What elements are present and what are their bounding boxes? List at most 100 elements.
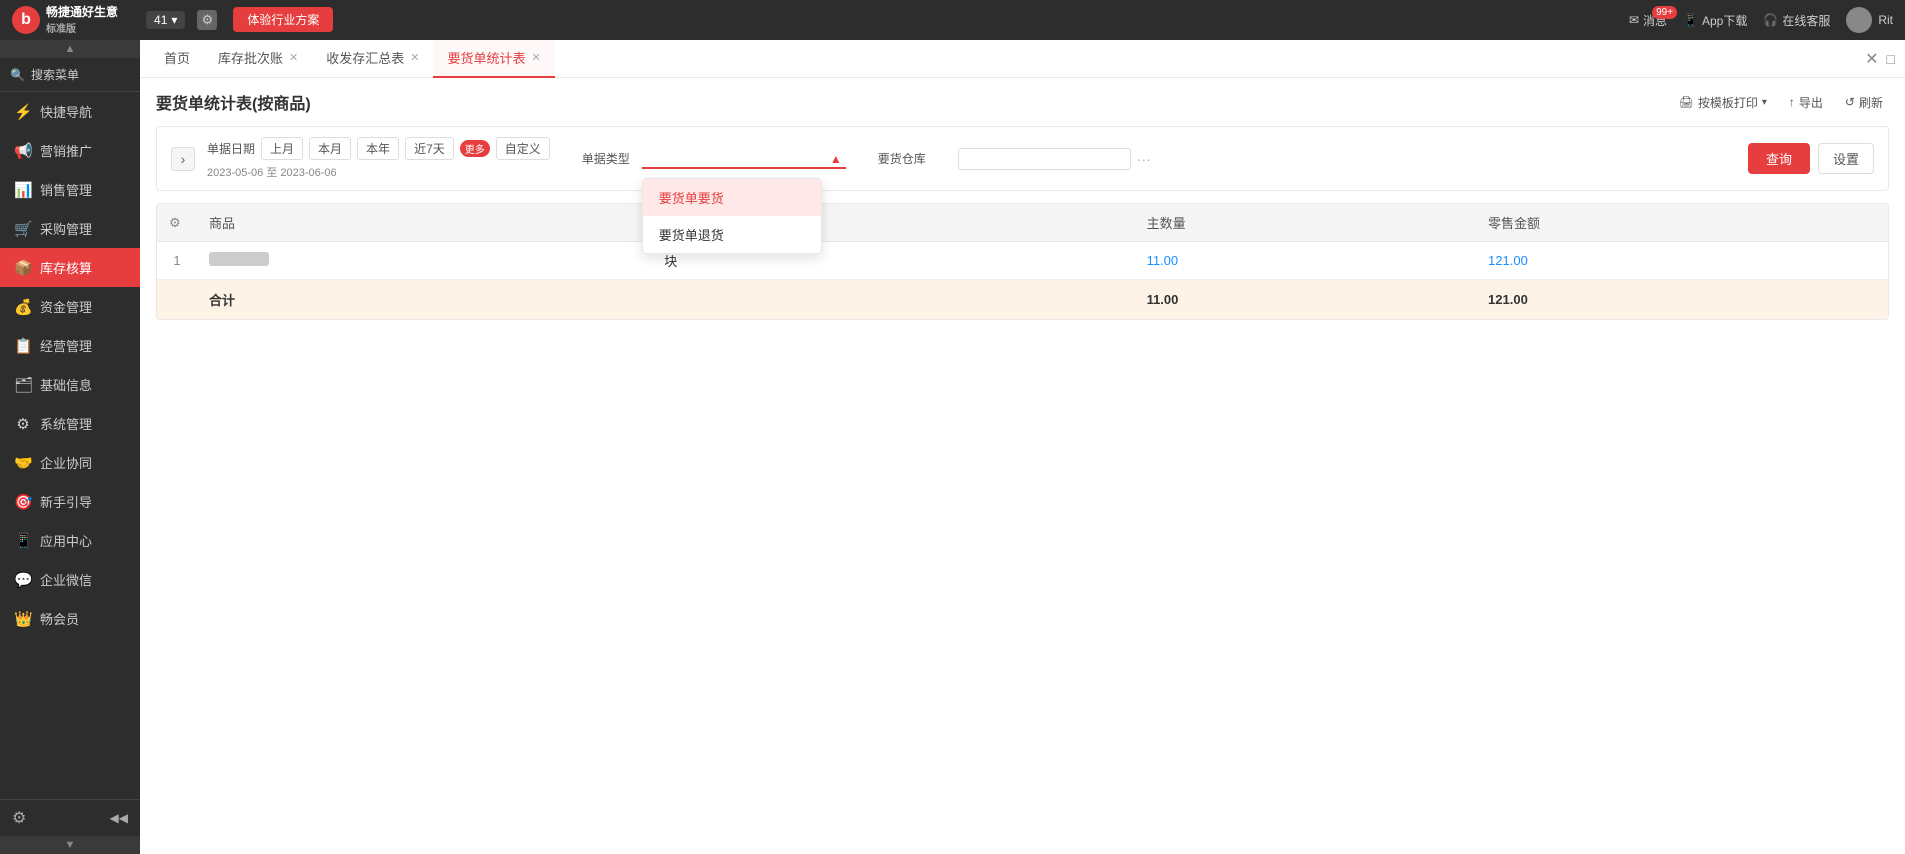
sidebar-item-quick-nav[interactable]: ⚡ 快捷导航 <box>0 92 140 131</box>
tab-collection-close[interactable]: ✕ <box>410 51 419 64</box>
sidebar-item-guide[interactable]: 🎯 新手引导 <box>0 482 140 521</box>
print-template-label: 按模板打印 <box>1698 94 1758 111</box>
dropdown-item-order[interactable]: 要货单要货 <box>643 179 821 216</box>
marketing-icon: 📢 <box>14 142 32 160</box>
online-service-item[interactable]: 🎧 在线客服 <box>1763 12 1830 29</box>
tab-batch[interactable]: 库存批次账 ✕ <box>204 40 312 78</box>
sidebar-search[interactable]: 🔍 搜索菜单 <box>0 58 140 92</box>
sidebar-item-basic[interactable]: 🗂 基础信息 <box>0 365 140 404</box>
sidebar-item-label: 销售管理 <box>40 180 92 199</box>
warehouse-field: ··· <box>958 148 1151 170</box>
date-more-badge[interactable]: 更多 <box>460 140 490 157</box>
data-table: ⚙ 商品 主计量单位 主数量 零售金额 1 <box>157 204 1888 319</box>
header-left: b 畅捷通好生意 标准版 41 ▾ ⚙ 体验行业方案 <box>12 5 333 34</box>
sidebar-item-label: 资金管理 <box>40 297 92 316</box>
sidebar-item-purchase[interactable]: 🛒 采购管理 <box>0 209 140 248</box>
sidebar-item-finance[interactable]: 💰 资金管理 <box>0 287 140 326</box>
sidebar-item-label: 新手引导 <box>40 492 92 511</box>
content-area: 首页 库存批次账 ✕ 收发存汇总表 ✕ 要货单统计表 ✕ ✕ □ <box>140 40 1905 854</box>
sidebar-scroll-up[interactable]: ▲ <box>0 40 140 58</box>
more-fields-icon[interactable]: ··· <box>1137 151 1151 167</box>
main-layout: ▲ 🔍 搜索菜单 ⚡ 快捷导航 📢 营销推广 📊 销售管理 🛒 采购管理 📦 库… <box>0 40 1905 854</box>
sidebar: ▲ 🔍 搜索菜单 ⚡ 快捷导航 📢 营销推广 📊 销售管理 🛒 采购管理 📦 库… <box>0 40 140 854</box>
sidebar-collapse-btn[interactable]: ◀◀ <box>110 811 128 825</box>
export-label: 导出 <box>1799 94 1823 111</box>
tab-maximize-icon[interactable]: □ <box>1887 51 1895 67</box>
app-download-label: App下载 <box>1702 12 1747 29</box>
sidebar-settings-btn[interactable]: ⚙ <box>12 808 26 828</box>
store-selector[interactable]: 41 ▾ <box>146 11 185 29</box>
btn-this-month[interactable]: 本月 <box>309 137 351 160</box>
quick-nav-icon: ⚡ <box>14 103 32 121</box>
tab-close-all-icon[interactable]: ✕ <box>1865 49 1878 69</box>
refresh-label: 刷新 <box>1859 94 1883 111</box>
sidebar-item-inventory[interactable]: 📦 库存核算 <box>0 248 140 287</box>
tab-batch-close[interactable]: ✕ <box>289 51 298 64</box>
apps-icon: 📱 <box>14 532 32 550</box>
row-amount[interactable]: 121.00 <box>1476 242 1888 280</box>
message-item[interactable]: ✉ 消息 99+ <box>1629 12 1667 29</box>
filter-expand-btn[interactable]: › <box>171 147 195 171</box>
export-icon: ↑ <box>1789 95 1795 109</box>
tab-requisition-close[interactable]: ✕ <box>532 51 541 64</box>
tab-home-label: 首页 <box>164 48 190 67</box>
inventory-icon: 📦 <box>14 259 32 277</box>
online-service-label: 在线客服 <box>1782 12 1830 29</box>
purchase-icon: 🛒 <box>14 220 32 238</box>
col-amount: 零售金额 <box>1476 204 1888 242</box>
footer-quantity: 11.00 <box>1135 280 1476 320</box>
brand-sub: 标准版 <box>46 20 118 35</box>
date-shortcuts: 上月 本月 本年 近7天 更多 自定义 <box>261 137 550 160</box>
basic-icon: 🗂 <box>14 376 32 394</box>
chevron-up-icon[interactable]: ▲ <box>830 152 842 166</box>
user-area[interactable]: Rit <box>1846 7 1893 33</box>
warehouse-input[interactable] <box>958 148 1131 170</box>
type-select-wrapper: ▲ 要货单要货 要货单退货 <box>642 148 846 169</box>
dropdown-item-return[interactable]: 要货单退货 <box>643 216 821 253</box>
sidebar-item-apps[interactable]: 📱 应用中心 <box>0 521 140 560</box>
sidebar-item-label: 应用中心 <box>40 531 92 550</box>
table-header-row: ⚙ 商品 主计量单位 主数量 零售金额 <box>157 204 1888 242</box>
sidebar-item-system[interactable]: ⚙ 系统管理 <box>0 404 140 443</box>
app-download-item[interactable]: 📱 App下载 <box>1683 12 1747 29</box>
query-button[interactable]: 查询 <box>1748 143 1810 174</box>
tab-bar-actions: ✕ □ <box>1865 49 1895 69</box>
date-label: 单据日期 <box>207 140 255 157</box>
date-filter-group: 单据日期 上月 本月 本年 近7天 更多 自定义 2023 <box>207 137 550 180</box>
sidebar-scroll-down[interactable]: ▼ <box>0 836 140 854</box>
tab-home[interactable]: 首页 <box>150 40 204 78</box>
tab-collection[interactable]: 收发存汇总表 ✕ <box>312 40 433 78</box>
settings-button[interactable]: 设置 <box>1818 143 1874 174</box>
tab-bar: 首页 库存批次账 ✕ 收发存汇总表 ✕ 要货单统计表 ✕ ✕ □ <box>140 40 1905 78</box>
btn-last-7-days[interactable]: 近7天 <box>405 137 454 160</box>
product-blurred <box>209 252 269 266</box>
btn-this-year[interactable]: 本年 <box>357 137 399 160</box>
row-quantity[interactable]: 11.00 <box>1135 242 1476 280</box>
sidebar-item-label: 基础信息 <box>40 375 92 394</box>
type-select-input[interactable] <box>642 148 846 169</box>
sidebar-item-vip[interactable]: 👑 畅会员 <box>0 599 140 638</box>
chevron-down-icon: ▾ <box>1762 97 1767 108</box>
btn-custom[interactable]: 自定义 <box>496 137 550 160</box>
export-btn[interactable]: ↑ 导出 <box>1783 91 1829 114</box>
sidebar-item-wechat[interactable]: 💬 企业微信 <box>0 560 140 599</box>
sidebar-bottom: ⚙ ◀◀ <box>0 799 140 836</box>
sales-icon: 📊 <box>14 181 32 199</box>
sidebar-item-operations[interactable]: 📋 经营管理 <box>0 326 140 365</box>
expand-icon: › <box>181 151 186 167</box>
print-template-btn[interactable]: 🖨 按模板打印 ▾ <box>1673 91 1773 114</box>
settings-icon[interactable]: ⚙ <box>197 10 217 30</box>
page-content: 要货单统计表(按商品) 🖨 按模板打印 ▾ ↑ 导出 ↺ <box>140 78 1905 854</box>
type-dropdown-menu: 要货单要货 要货单退货 <box>642 178 822 254</box>
trial-button[interactable]: 体验行业方案 <box>233 7 333 32</box>
sidebar-item-enterprise[interactable]: 🤝 企业协同 <box>0 443 140 482</box>
sidebar-item-marketing[interactable]: 📢 营销推广 <box>0 131 140 170</box>
logo-area: b 畅捷通好生意 标准版 <box>12 5 118 34</box>
refresh-btn[interactable]: ↺ 刷新 <box>1839 91 1889 114</box>
filter-actions: 查询 设置 <box>1748 143 1874 174</box>
printer-icon: 🖨 <box>1679 95 1694 109</box>
table-settings-icon[interactable]: ⚙ <box>157 204 197 242</box>
sidebar-item-sales[interactable]: 📊 销售管理 <box>0 170 140 209</box>
btn-last-month[interactable]: 上月 <box>261 137 303 160</box>
tab-requisition[interactable]: 要货单统计表 ✕ <box>433 40 554 78</box>
